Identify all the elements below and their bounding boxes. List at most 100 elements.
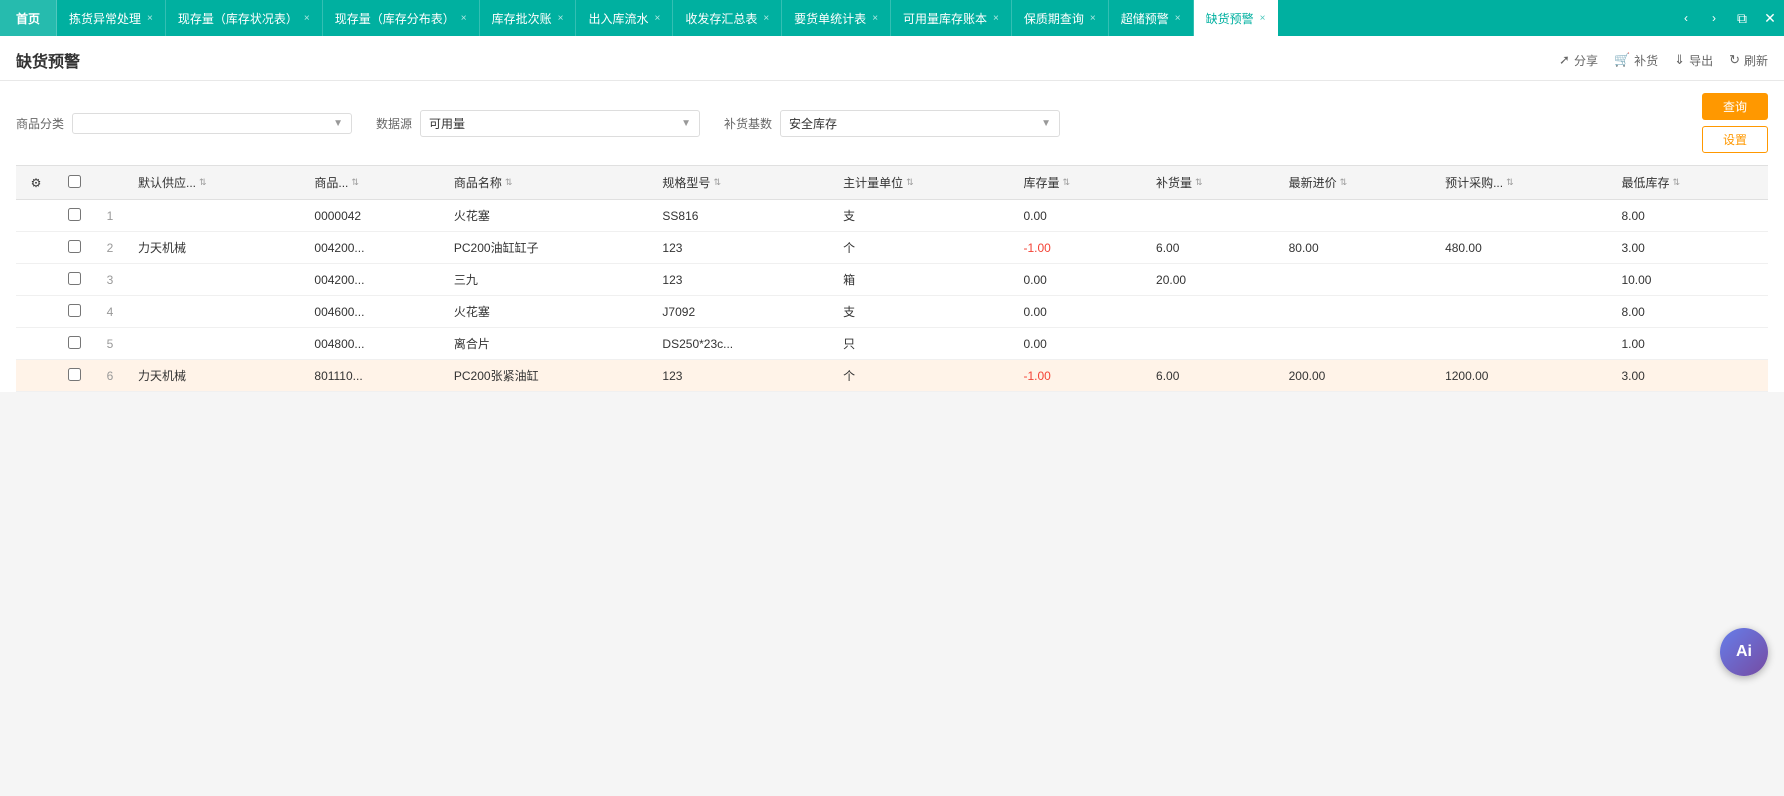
col-est-purchase-header[interactable]: 预计采购... ⇅ [1435,166,1611,200]
row-min-stock-3: 8.00 [1611,296,1768,328]
tab-avail[interactable]: 可用量库存账本× [891,0,1012,36]
row-num-5: 6 [92,360,128,392]
category-select[interactable]: ▼ [72,113,352,134]
sku-sort-icon: ⇅ [351,177,359,188]
select-all-checkbox[interactable] [68,175,81,188]
tab-over[interactable]: 超储预警× [1109,0,1194,36]
col-min-stock-header[interactable]: 最低库存 ⇅ [1611,166,1768,200]
table-container: ⚙ 默认供应... ⇅ 商品.. [0,165,1784,392]
tab-close-batch[interactable]: × [558,13,564,24]
row-num-1: 2 [92,232,128,264]
row-latest-price-2 [1279,264,1435,296]
tab-close-collect[interactable]: × [763,13,769,24]
col-select-all-header[interactable] [56,166,92,200]
row-latest-price-4 [1279,328,1435,360]
replenish-select[interactable]: 安全库存 ▼ [780,110,1060,137]
row-unit-5: 个 [833,360,1013,392]
col-sku-header[interactable]: 商品... ⇅ [304,166,444,200]
row-checkbox-4[interactable] [68,336,81,349]
row-min-stock-4: 1.00 [1611,328,1768,360]
row-checkbox-cell-2[interactable] [56,264,92,296]
name-sort-icon: ⇅ [505,177,513,188]
replenish-label: 补货基数 [724,115,772,132]
nav-next-button[interactable]: › [1700,0,1728,36]
col-gear-header[interactable]: ⚙ [16,166,56,200]
col-stock-header[interactable]: 库存量 ⇅ [1013,166,1146,200]
tab-close-defect1[interactable]: × [147,13,153,24]
row-gear-3 [16,296,56,328]
datasource-select[interactable]: 可用量 ▼ [420,110,700,137]
tab-inv1[interactable]: 现存量（库存状况表）× [166,0,323,36]
row-replenish-3 [1146,296,1279,328]
tab-close-inv2[interactable]: × [461,13,467,24]
row-est-purchase-4 [1435,328,1611,360]
col-replenish-header[interactable]: 补货量 ⇅ [1146,166,1279,200]
settings-button[interactable]: 设置 [1702,126,1768,153]
datasource-select-value: 可用量 [429,115,465,132]
col-spec-header[interactable]: 规格型号 ⇅ [652,166,833,200]
row-spec-2: 123 [652,264,833,296]
row-spec-0: SS816 [652,200,833,232]
row-checkbox-0[interactable] [68,208,81,221]
col-unit-header[interactable]: 主计量单位 ⇅ [833,166,1013,200]
row-checkbox-cell-4[interactable] [56,328,92,360]
row-replenish-1: 6.00 [1146,232,1279,264]
row-checkbox-cell-1[interactable] [56,232,92,264]
tab-flow[interactable]: 出入库流水× [576,0,673,36]
row-checkbox-1[interactable] [68,240,81,253]
close-window-button[interactable]: ✕ [1756,0,1784,36]
row-checkbox-cell-5[interactable] [56,360,92,392]
row-checkbox-cell-0[interactable] [56,200,92,232]
min-stock-sort-icon: ⇅ [1672,177,1680,188]
data-table: ⚙ 默认供应... ⇅ 商品.. [16,165,1768,392]
tab-batch[interactable]: 库存批次账× [480,0,577,36]
tab-home[interactable]: 首页 [0,0,57,36]
tab-close-inv1[interactable]: × [304,13,310,24]
row-replenish-2: 20.00 [1146,264,1279,296]
row-gear-2 [16,264,56,296]
row-stock-5: -1.00 [1013,360,1146,392]
row-stock-0: 0.00 [1013,200,1146,232]
tab-stat[interactable]: 要货单统计表× [782,0,891,36]
ai-assistant-button[interactable]: Ai [1720,628,1768,676]
row-checkbox-cell-3[interactable] [56,296,92,328]
tab-close-avail[interactable]: × [993,13,999,24]
export-button[interactable]: ⇓ 导出 [1674,52,1713,69]
table-row: 5 004800... 离合片 DS250*23c... 只 0.00 1.00 [16,328,1768,360]
row-sku-0: 0000042 [304,200,444,232]
tab-close-stat[interactable]: × [872,13,878,24]
tab-collect[interactable]: 收发存汇总表× [673,0,782,36]
est-purchase-sort-icon: ⇅ [1506,177,1514,188]
row-checkbox-5[interactable] [68,368,81,381]
row-est-purchase-5: 1200.00 [1435,360,1611,392]
tab-defect1[interactable]: 拣货异常处理× [57,0,166,36]
row-supplier-3 [128,296,304,328]
tab-close-over[interactable]: × [1175,13,1181,24]
col-name-label: 商品名称 [454,174,502,191]
table-row: 4 004600... 火花塞 J7092 支 0.00 8.00 [16,296,1768,328]
tab-close-short[interactable]: × [1260,13,1266,24]
tab-close-flow[interactable]: × [654,13,660,24]
replenish-button[interactable]: 🛒 补货 [1614,52,1658,69]
col-name-header[interactable]: 商品名称 ⇅ [444,166,653,200]
row-stock-1: -1.00 [1013,232,1146,264]
row-num-4: 5 [92,328,128,360]
col-supplier-header[interactable]: 默认供应... ⇅ [128,166,304,200]
row-spec-3: J7092 [652,296,833,328]
replenish-select-value: 安全库存 [789,115,837,132]
col-supplier-label: 默认供应... [138,174,196,191]
page-header: 缺货预警 ➚ 分享 🛒 补货 ⇓ 导出 ↻ 刷新 [0,36,1784,81]
row-replenish-4 [1146,328,1279,360]
row-checkbox-3[interactable] [68,304,81,317]
col-latest-price-header[interactable]: 最新进价 ⇅ [1279,166,1435,200]
tab-close-expire[interactable]: × [1090,13,1096,24]
query-button[interactable]: 查询 [1702,93,1768,120]
refresh-button[interactable]: ↻ 刷新 [1729,52,1768,69]
tab-expire[interactable]: 保质期查询× [1012,0,1109,36]
tab-inv2[interactable]: 现存量（库存分布表）× [323,0,480,36]
share-button[interactable]: ➚ 分享 [1559,52,1598,69]
nav-prev-button[interactable]: ‹ [1672,0,1700,36]
tab-short[interactable]: 缺货预警× [1194,0,1279,36]
restore-window-button[interactable]: ⧉ [1728,0,1756,36]
row-checkbox-2[interactable] [68,272,81,285]
